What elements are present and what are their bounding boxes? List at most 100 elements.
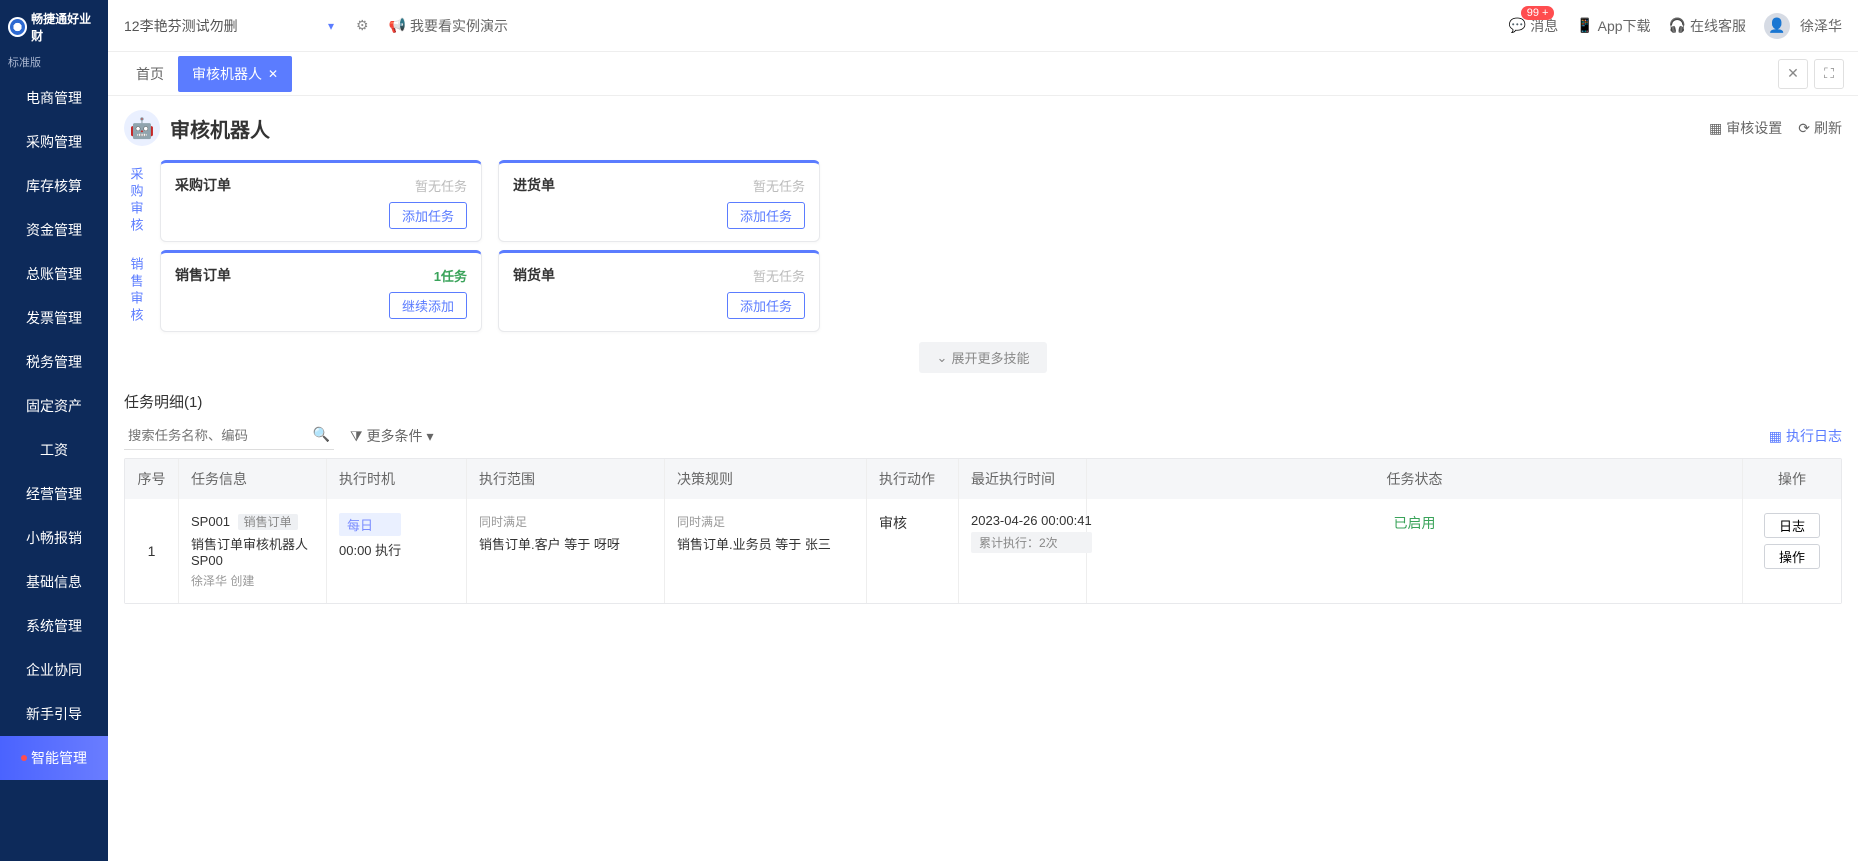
gear-icon[interactable]: ⚙	[356, 17, 369, 34]
card-purchase-order: 采购订单 暂无任务 添加任务	[160, 160, 482, 242]
sidebar-item-guide[interactable]: 新手引导	[0, 692, 108, 736]
task-type-tag: 销售订单	[238, 514, 298, 530]
page-title: 审核机器人	[170, 114, 270, 143]
sidebar-item-invoice[interactable]: 发票管理	[0, 296, 108, 340]
audit-settings-button[interactable]: ▦ 审核设置	[1709, 118, 1782, 138]
card-status: 1任务	[434, 266, 467, 285]
sidebar-item-ledger[interactable]: 总账管理	[0, 252, 108, 296]
cell-lasttime: 2023-04-26 00:00:41 累计执行：2次	[959, 499, 1087, 603]
messages-button[interactable]: 💬 消息 99 +	[1509, 16, 1558, 36]
brand-edition: 标准版	[0, 54, 108, 76]
mobile-icon: 📱	[1576, 17, 1593, 34]
top-header: 12李艳芬测试勿删 ▾ ⚙ 📢 我要看实例演示 💬 消息 99 + 📱 App下…	[108, 0, 1858, 52]
double-chevron-down-icon: ⌄	[937, 350, 948, 366]
col-ops: 操作	[1743, 459, 1841, 499]
col-info: 任务信息	[179, 459, 327, 499]
sidebar-item-collab[interactable]: 企业协同	[0, 648, 108, 692]
chevron-down-icon: ▾	[328, 19, 334, 33]
sidebar-item-assets[interactable]: 固定资产	[0, 384, 108, 428]
sidebar-nav: 电商管理 采购管理 库存核算 资金管理 总账管理 发票管理 税务管理 固定资产 …	[0, 76, 108, 861]
task-code: SP001	[191, 514, 230, 529]
col-lasttime: 最近执行时间	[959, 459, 1087, 499]
row-operate-button[interactable]: 操作	[1764, 544, 1820, 569]
refresh-icon: ⟳	[1798, 120, 1810, 137]
log-icon: ▦	[1769, 428, 1782, 445]
sidebar-item-tax[interactable]: 税务管理	[0, 340, 108, 384]
sidebar: 畅捷通好业财 标准版 电商管理 采购管理 库存核算 资金管理 总账管理 发票管理…	[0, 0, 108, 861]
card-title: 销售订单	[175, 265, 231, 285]
row-log-button[interactable]: 日志	[1764, 513, 1820, 538]
continue-add-button[interactable]: 继续添加	[389, 292, 467, 319]
add-task-button[interactable]: 添加任务	[389, 202, 467, 229]
cell-seq: 1	[125, 499, 179, 603]
exec-time: 00:00 执行	[339, 540, 401, 559]
task-name: 销售订单审核机器人SP00	[191, 534, 314, 568]
group-label-sales: 销售审核	[124, 250, 148, 332]
sidebar-item-system[interactable]: 系统管理	[0, 604, 108, 648]
sidebar-item-operation[interactable]: 经营管理	[0, 472, 108, 516]
card-goods-in: 进货单 暂无任务 添加任务	[498, 160, 820, 242]
col-rule: 决策规则	[665, 459, 867, 499]
sidebar-item-purchasing[interactable]: 采购管理	[0, 120, 108, 164]
add-task-button[interactable]: 添加任务	[727, 202, 805, 229]
more-conditions-button[interactable]: ⧩ 更多条件 ▾	[350, 426, 434, 446]
sidebar-item-smart[interactable]: 智能管理	[0, 736, 108, 780]
sidebar-item-reimburse[interactable]: 小畅报销	[0, 516, 108, 560]
settings-icon: ▦	[1709, 120, 1722, 137]
sidebar-item-funds[interactable]: 资金管理	[0, 208, 108, 252]
col-status: 任务状态	[1087, 459, 1743, 499]
card-sales-slip: 销货单 暂无任务 添加任务	[498, 250, 820, 332]
card-title: 进货单	[513, 175, 555, 195]
tasks-table: 序号 任务信息 执行时机 执行范围 决策规则 执行动作 最近执行时间 任务状态 …	[124, 458, 1842, 604]
refresh-button[interactable]: ⟳ 刷新	[1798, 118, 1842, 138]
table-header: 序号 任务信息 执行时机 执行范围 决策规则 执行动作 最近执行时间 任务状态 …	[125, 459, 1841, 499]
tab-audit-robot[interactable]: 审核机器人 ✕	[178, 56, 292, 92]
sidebar-item-ecommerce[interactable]: 电商管理	[0, 76, 108, 120]
avatar-icon: 👤	[1764, 13, 1790, 39]
exec-log-link[interactable]: ▦ 执行日志	[1769, 426, 1842, 446]
org-selector[interactable]: 12李艳芬测试勿删 ▾	[124, 16, 344, 36]
demo-link[interactable]: 📢 我要看实例演示	[389, 16, 508, 36]
tasks-section-title: 任务明细(1)	[124, 391, 1842, 412]
last-exec-timestamp: 2023-04-26 00:00:41	[971, 513, 1092, 528]
sidebar-item-salary[interactable]: 工资	[0, 428, 108, 472]
support-button[interactable]: 🎧 在线客服	[1669, 16, 1746, 36]
cell-info: SP001 销售订单 销售订单审核机器人SP00 徐泽华 创建	[179, 499, 327, 603]
cell-action: 审核	[867, 499, 959, 603]
table-row: 1 SP001 销售订单 销售订单审核机器人SP00 徐泽华 创建	[125, 499, 1841, 603]
card-status: 暂无任务	[415, 176, 467, 195]
filter-row: 🔍 ⧩ 更多条件 ▾ ▦ 执行日志	[124, 422, 1842, 450]
org-name: 12李艳芬测试勿删	[124, 16, 238, 36]
expand-more-skills-button[interactable]: ⌄ 展开更多技能	[919, 342, 1048, 373]
cell-time: 每日 00:00 执行	[327, 499, 467, 603]
search-input[interactable]	[124, 422, 334, 450]
cell-status: 已启用	[1087, 499, 1743, 603]
col-time: 执行时机	[327, 459, 467, 499]
fullscreen-button[interactable]: ⛶	[1814, 59, 1844, 89]
cell-rule: 同时满足 销售订单.业务员 等于 张三	[665, 499, 867, 603]
cell-scope: 同时满足 销售订单.客户 等于 呀呀	[467, 499, 665, 603]
tab-home[interactable]: 首页	[122, 56, 178, 92]
col-scope: 执行范围	[467, 459, 665, 499]
close-icon[interactable]: ✕	[268, 67, 278, 81]
close-tab-button[interactable]: ✕	[1778, 59, 1808, 89]
group-label-purchase: 采购审核	[124, 160, 148, 242]
search-icon[interactable]: 🔍	[313, 426, 330, 443]
add-task-button[interactable]: 添加任务	[727, 292, 805, 319]
chevron-down-icon: ▾	[427, 428, 434, 445]
filter-icon: ⧩	[350, 428, 363, 445]
col-seq: 序号	[125, 459, 179, 499]
user-menu[interactable]: 👤 徐泽华	[1764, 13, 1842, 39]
cell-ops: 日志 操作	[1743, 499, 1841, 603]
robot-icon: 🤖	[124, 110, 160, 146]
card-status: 暂无任务	[753, 176, 805, 195]
card-title: 采购订单	[175, 175, 231, 195]
card-status: 暂无任务	[753, 266, 805, 285]
sidebar-item-basic[interactable]: 基础信息	[0, 560, 108, 604]
megaphone-icon: 📢	[389, 17, 406, 34]
brand-block: 畅捷通好业财	[0, 0, 108, 54]
sidebar-item-inventory[interactable]: 库存核算	[0, 164, 108, 208]
notification-dot-icon	[21, 755, 27, 761]
app-download-button[interactable]: 📱 App下载	[1576, 16, 1650, 36]
message-icon: 💬	[1509, 17, 1526, 34]
